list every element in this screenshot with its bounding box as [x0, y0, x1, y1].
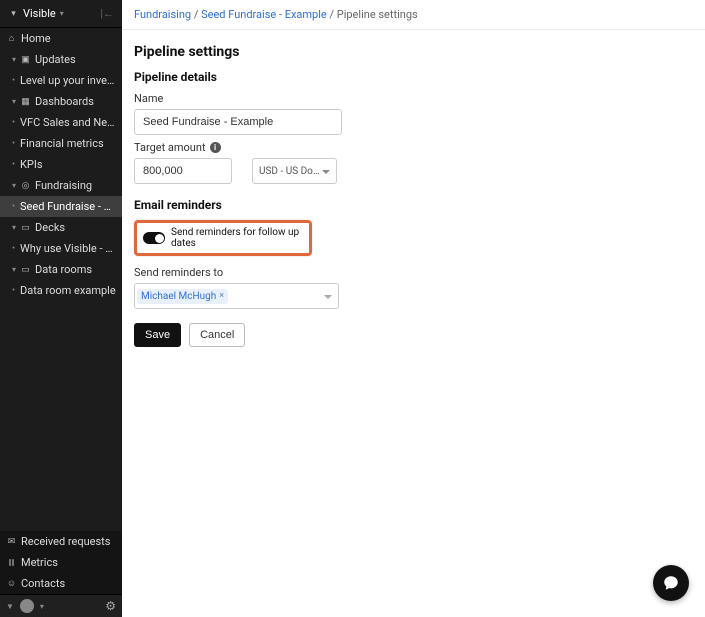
chevron-down-icon[interactable]: ▾ — [40, 602, 44, 611]
breadcrumb-pipeline[interactable]: Seed Fundraise - Example — [201, 8, 327, 21]
page-body: Pipeline settings Pipeline details Name … — [122, 30, 682, 355]
caret-icon: ▾ — [12, 55, 16, 64]
user-bar: ▼ ▾ ⚙ — [0, 594, 122, 617]
gear-icon[interactable]: ⚙ — [105, 599, 116, 613]
breadcrumb: Fundraising / Seed Fundraise - Example /… — [122, 0, 705, 30]
currency-select[interactable]: USD - US Dollar — [252, 158, 337, 184]
sidebar-header: ▾ Visible ▾ |← — [0, 0, 122, 28]
nav-received-requests[interactable]: ✉ Received requests — [0, 531, 122, 552]
page-title: Pipeline settings — [134, 44, 670, 60]
chart-icon: ⫾⫾ — [6, 557, 17, 568]
nav-home[interactable]: ⌂ Home — [0, 28, 122, 49]
filter-icon[interactable]: ▼ — [6, 602, 14, 611]
breadcrumb-leaf: Pipeline settings — [337, 8, 418, 21]
breadcrumb-root[interactable]: Fundraising — [134, 8, 191, 21]
nav-dashboards-item[interactable]: Financial metrics — [0, 133, 122, 154]
save-button[interactable]: Save — [134, 323, 181, 347]
cancel-button[interactable]: Cancel — [189, 323, 245, 347]
nav-fundraising[interactable]: ▾ ◎ Fundraising — [0, 175, 122, 196]
reminder-toggle[interactable] — [143, 232, 165, 244]
main: Fundraising / Seed Fundraise - Example /… — [122, 0, 705, 617]
target-icon: ◎ — [20, 180, 31, 191]
home-icon: ⌂ — [6, 33, 17, 44]
caret-icon: ▾ — [12, 223, 16, 232]
collapse-sidebar-icon[interactable]: |← — [100, 7, 114, 20]
target-input[interactable] — [134, 158, 232, 184]
recipients-select[interactable]: Michael McHugh × — [134, 283, 339, 309]
section-details-heading: Pipeline details — [134, 70, 670, 84]
inbox-icon: ✉ — [6, 536, 17, 547]
name-label: Name — [134, 92, 670, 105]
nav-datarooms-item[interactable]: Data room example — [0, 280, 122, 301]
brand-icon: ▾ — [8, 8, 19, 19]
nav-contacts[interactable]: ☺ Contacts — [0, 573, 122, 594]
brand-name: Visible — [23, 7, 56, 20]
nav-updates[interactable]: ▾ ▣ Updates — [0, 49, 122, 70]
nav-datarooms[interactable]: ▾ ▭ Data rooms — [0, 259, 122, 280]
nav-dashboards-item[interactable]: KPIs — [0, 154, 122, 175]
caret-icon: ▾ — [12, 97, 16, 106]
recipients-label: Send reminders to — [134, 266, 670, 279]
reminder-toggle-label: Send reminders for follow up dates — [171, 227, 303, 249]
target-label: Target amount i — [134, 141, 670, 154]
nav-updates-item[interactable]: Level up your investor re… — [0, 70, 122, 91]
chat-fab[interactable] — [653, 565, 689, 601]
sidebar-footer: ✉ Received requests ⫾⫾ Metrics ☺ Contact… — [0, 531, 122, 617]
nav-dashboards[interactable]: ▾ ▦ Dashboards — [0, 91, 122, 112]
info-icon[interactable]: i — [210, 142, 221, 153]
remove-tag-icon[interactable]: × — [219, 291, 224, 301]
reminder-toggle-row: Send reminders for follow up dates — [134, 220, 312, 256]
caret-icon: ▾ — [12, 265, 16, 274]
caret-icon: ▾ — [12, 181, 16, 190]
decks-icon: ▭ — [20, 222, 31, 233]
folder-icon: ▭ — [20, 264, 31, 275]
avatar[interactable] — [20, 599, 34, 613]
chevron-down-icon: ▾ — [60, 9, 64, 18]
section-reminders-heading: Email reminders — [134, 198, 670, 212]
workspace-switcher[interactable]: ▾ Visible ▾ — [8, 7, 100, 20]
updates-icon: ▣ — [20, 54, 31, 65]
recipient-tag: Michael McHugh × — [137, 289, 228, 304]
nav-dashboards-item[interactable]: VFC Sales and New cust… — [0, 112, 122, 133]
nav-metrics[interactable]: ⫾⫾ Metrics — [0, 552, 122, 573]
nav-fundraising-item-active[interactable]: Seed Fundraise - Example — [0, 196, 122, 217]
sidebar: ▾ Visible ▾ |← ⌂ Home ▾ ▣ Updates Level … — [0, 0, 122, 617]
nav-decks-item[interactable]: Why use Visible - Found… — [0, 238, 122, 259]
chat-icon — [662, 574, 680, 592]
name-input[interactable] — [134, 109, 342, 135]
nav-decks[interactable]: ▾ ▭ Decks — [0, 217, 122, 238]
dashboards-icon: ▦ — [20, 96, 31, 107]
contacts-icon: ☺ — [6, 578, 17, 589]
